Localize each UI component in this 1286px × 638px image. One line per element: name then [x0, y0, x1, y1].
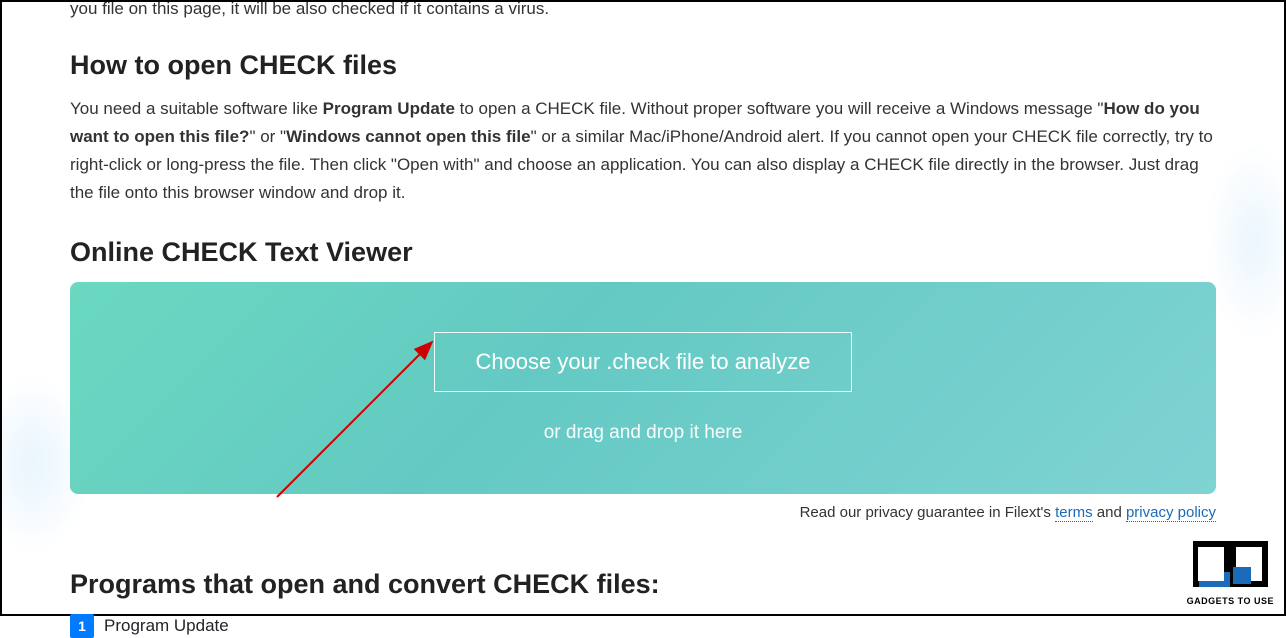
program-list-item: 1 Program Update: [70, 614, 1216, 638]
watermark-text: GADGETS TO USE: [1187, 596, 1274, 606]
programs-heading: Programs that open and convert CHECK fil…: [70, 569, 1216, 600]
privacy-prefix: Read our privacy guarantee in Filext's: [800, 504, 1056, 521]
howto-heading: How to open CHECK files: [70, 50, 1216, 81]
privacy-policy-link[interactable]: privacy policy: [1126, 504, 1216, 522]
text-segment: " or ": [249, 127, 286, 146]
watermark-logo-icon: [1193, 539, 1268, 589]
bold-cannot-open: Windows cannot open this file: [286, 127, 530, 146]
drag-drop-text: or drag and drop it here: [90, 422, 1196, 444]
text-segment: You need a suitable software like: [70, 99, 323, 118]
viewer-heading: Online CHECK Text Viewer: [70, 237, 1216, 268]
terms-link[interactable]: terms: [1055, 504, 1093, 522]
and-text: and: [1093, 504, 1126, 521]
howto-paragraph: You need a suitable software like Progra…: [70, 95, 1216, 207]
bold-program-update: Program Update: [323, 99, 455, 118]
program-icon: 1: [70, 614, 94, 638]
intro-partial-text: you file on this page, it will be also c…: [70, 0, 1216, 22]
program-name: Program Update: [104, 616, 229, 636]
text-segment: to open a CHECK file. Without proper sof…: [455, 99, 1104, 118]
choose-file-button[interactable]: Choose your .check file to analyze: [434, 332, 851, 392]
privacy-guarantee-text: Read our privacy guarantee in Filext's t…: [70, 504, 1216, 521]
watermark: GADGETS TO USE: [1187, 539, 1274, 606]
upload-dropzone[interactable]: Choose your .check file to analyze or dr…: [70, 282, 1216, 494]
